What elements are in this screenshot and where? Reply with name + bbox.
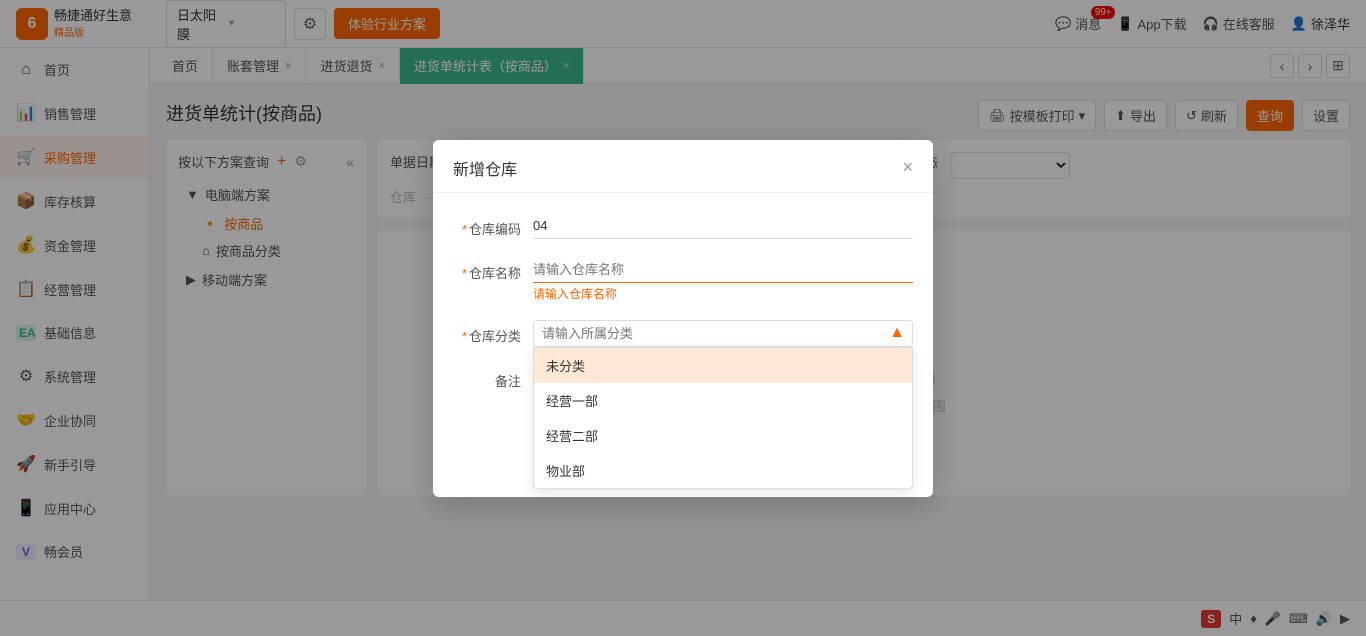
dropdown-item-0[interactable]: 未分类 bbox=[534, 348, 912, 383]
modal-overlay: 新增仓库 × *仓库编码 *仓库名称 请输入仓库名称 bbox=[0, 0, 1366, 636]
note-label: 备注 bbox=[453, 365, 533, 390]
form-row-category: *仓库分类 ▲ 未分类 经营一部 bbox=[453, 320, 913, 347]
category-dropdown: 未分类 经营一部 经营二部 物业部 bbox=[533, 347, 913, 489]
dialog-body: *仓库编码 *仓库名称 请输入仓库名称 *仓库分类 bbox=[433, 193, 933, 429]
dialog-title: 新增仓库 bbox=[453, 156, 517, 180]
dialog-close-button[interactable]: × bbox=[902, 157, 913, 178]
category-chevron-icon[interactable]: ▲ bbox=[889, 324, 905, 342]
category-label: *仓库分类 bbox=[453, 320, 533, 345]
form-row-code: *仓库编码 bbox=[453, 213, 913, 239]
category-field-wrap: ▲ 未分类 经营一部 经营二部 物业部 bbox=[533, 320, 913, 347]
code-input[interactable] bbox=[533, 213, 913, 239]
dropdown-item-3[interactable]: 物业部 bbox=[534, 453, 912, 488]
dropdown-item-2[interactable]: 经营二部 bbox=[534, 418, 912, 453]
code-label: *仓库编码 bbox=[453, 213, 533, 238]
dialog-header: 新增仓库 × bbox=[433, 140, 933, 193]
name-label: *仓库名称 bbox=[453, 257, 533, 282]
name-input[interactable] bbox=[533, 257, 913, 283]
code-field-wrap bbox=[533, 213, 913, 239]
name-error-tip: 请输入仓库名称 bbox=[533, 285, 913, 302]
form-row-name: *仓库名称 请输入仓库名称 bbox=[453, 257, 913, 302]
category-input-wrap: ▲ bbox=[533, 320, 913, 347]
category-input[interactable] bbox=[533, 320, 913, 347]
dropdown-item-1[interactable]: 经营一部 bbox=[534, 383, 912, 418]
name-field-wrap: 请输入仓库名称 bbox=[533, 257, 913, 302]
new-warehouse-dialog: 新增仓库 × *仓库编码 *仓库名称 请输入仓库名称 bbox=[433, 140, 933, 497]
